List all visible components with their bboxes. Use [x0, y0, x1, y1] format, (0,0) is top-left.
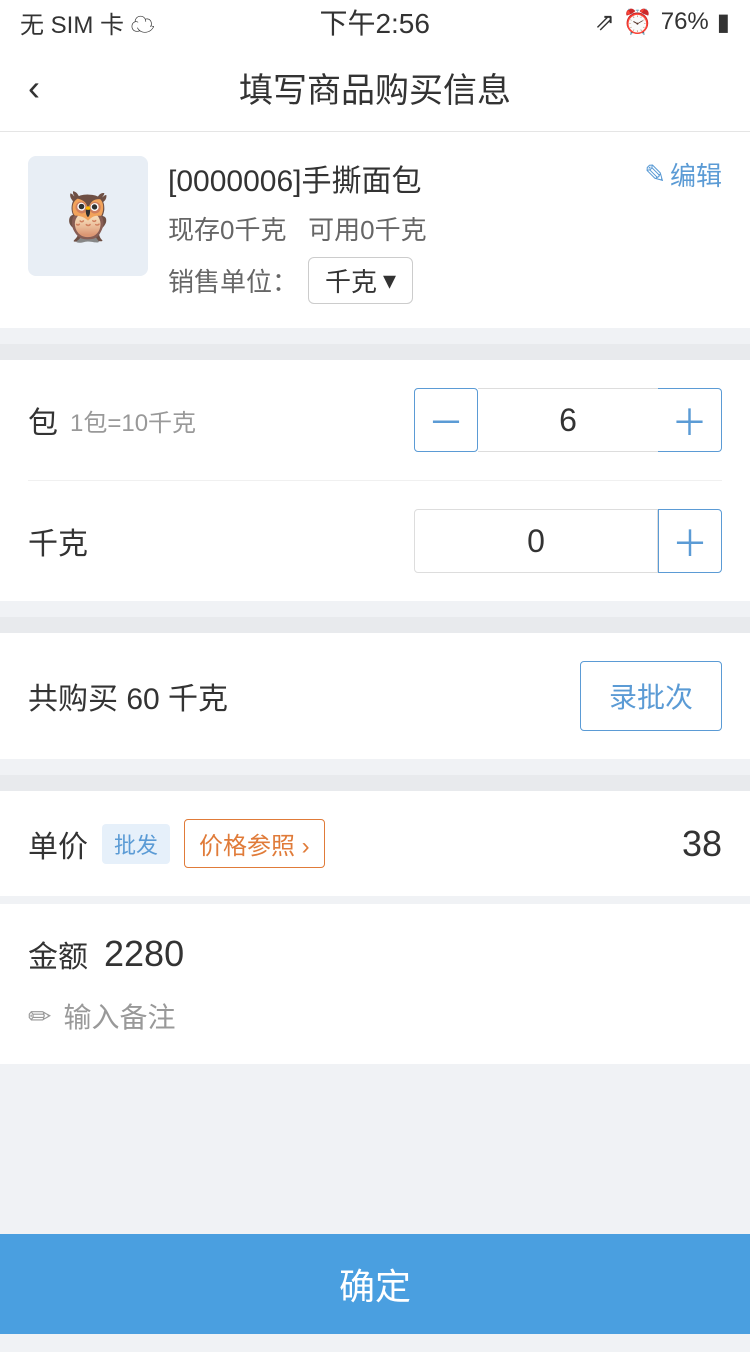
bao-label-group: 包 1包=10千克: [28, 398, 196, 442]
bao-control: － ＋: [414, 388, 722, 452]
page-title: 填写商品购买信息: [239, 63, 511, 112]
location-icon: ⇗: [595, 8, 615, 37]
price-ref-button[interactable]: 价格参照 ›: [184, 819, 325, 868]
unit-label: 销售单位：: [168, 262, 298, 299]
amount-value: 2280: [104, 933, 184, 975]
stock-value: 现存0千克: [168, 215, 286, 245]
remark-placeholder: 输入备注: [63, 996, 175, 1036]
battery-icon: ▮: [717, 8, 730, 37]
unit-value: 千克: [325, 262, 377, 299]
status-left: 无 SIM 卡 ☁: [20, 5, 155, 40]
divider-2: [0, 617, 750, 633]
bao-minus-button[interactable]: －: [414, 388, 478, 452]
product-top-row: [0000006]手撕面包 ✎ 编辑: [168, 156, 722, 210]
kg-input[interactable]: [414, 509, 658, 573]
dropdown-icon: ▾: [383, 265, 396, 296]
product-section: 🦉 [0000006]手撕面包 ✎ 编辑 现存0千克 可用0千克 销售单位： 千…: [0, 132, 750, 328]
sim-indicator: 无 SIM 卡 ☁: [20, 5, 155, 40]
status-bar: 无 SIM 卡 ☁ 下午2:56 ⇗ ⏰ 76% ▮: [0, 0, 750, 44]
price-value: 38: [682, 823, 722, 865]
amount-row: 金额 2280: [28, 932, 722, 976]
total-text: 共购买 60 千克: [28, 674, 228, 718]
bao-plus-button[interactable]: ＋: [658, 388, 722, 452]
price-row: 单价 批发 价格参照 › 38: [28, 819, 722, 868]
bao-label: 包: [28, 398, 58, 442]
divider-3: [0, 775, 750, 791]
input-section: 包 1包=10千克 － ＋ 千克 ＋: [0, 360, 750, 601]
amount-section: 金额 2280 ✏ 输入备注: [0, 904, 750, 1064]
bao-input[interactable]: [478, 388, 658, 452]
status-right: ⇗ ⏰ 76% ▮: [595, 8, 730, 37]
amount-label: 金额: [28, 932, 88, 976]
kg-control: ＋: [414, 509, 722, 573]
alarm-icon: ⏰: [623, 8, 653, 37]
price-label-group: 单价 批发 价格参照 ›: [28, 819, 325, 868]
price-type-badge: 批发: [102, 824, 170, 864]
bao-hint: 1包=10千克: [70, 403, 196, 438]
unit-select[interactable]: 千克 ▾: [308, 257, 413, 304]
remark-row[interactable]: ✏ 输入备注: [28, 996, 722, 1036]
edit-button[interactable]: ✎ 编辑: [644, 156, 722, 193]
bao-input-row: 包 1包=10千克 － ＋: [28, 360, 722, 481]
product-stock: 现存0千克 可用0千克: [168, 210, 722, 247]
confirm-button[interactable]: 确定: [0, 1234, 750, 1334]
product-unit-row: 销售单位： 千克 ▾: [168, 257, 722, 304]
product-name: [0000006]手撕面包: [168, 156, 421, 200]
kg-plus-button[interactable]: ＋: [658, 509, 722, 573]
product-info: [0000006]手撕面包 ✎ 编辑 现存0千克 可用0千克 销售单位： 千克 …: [168, 156, 722, 304]
price-section: 单价 批发 价格参照 › 38: [0, 791, 750, 896]
kg-label: 千克: [28, 519, 88, 563]
divider-1: [0, 344, 750, 360]
nav-bar: ‹ 填写商品购买信息: [0, 44, 750, 132]
batch-button[interactable]: 录批次: [580, 661, 722, 731]
kg-input-row: 千克 ＋: [28, 481, 722, 601]
total-section: 共购买 60 千克 录批次: [0, 633, 750, 759]
back-button[interactable]: ‹: [28, 67, 40, 109]
edit-label: 编辑: [670, 156, 722, 193]
status-time: 下午2:56: [319, 2, 430, 42]
available-value: 可用0千克: [308, 215, 426, 245]
product-logo-icon: 🦉: [58, 188, 118, 245]
remark-icon: ✏: [28, 1000, 51, 1033]
product-thumbnail: 🦉: [28, 156, 148, 276]
price-label: 单价: [28, 822, 88, 866]
edit-icon: ✎: [644, 159, 666, 190]
battery-level: 76%: [661, 8, 709, 36]
